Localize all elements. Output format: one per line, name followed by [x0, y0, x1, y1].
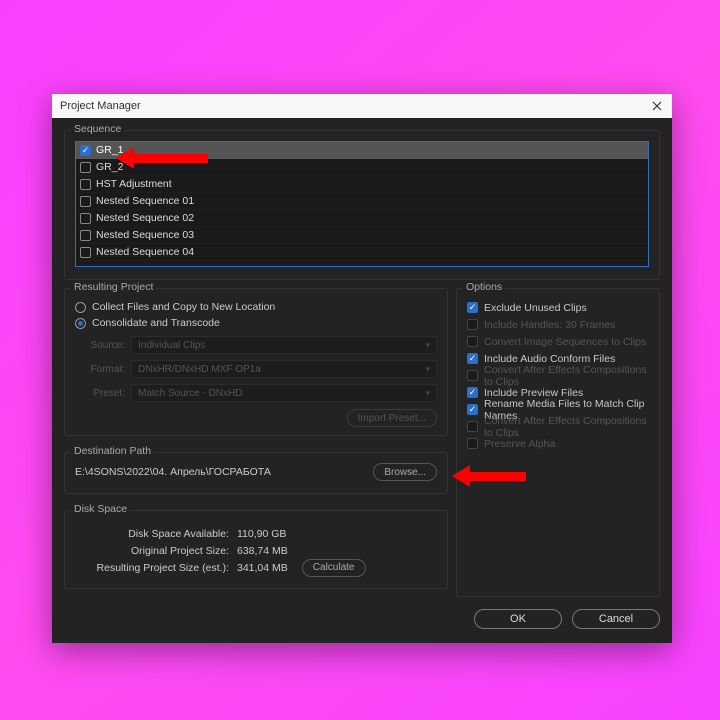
sequence-row[interactable]: ✓ GR_1 — [76, 142, 648, 159]
option-label: Include Handles: 30 Frames — [484, 319, 615, 331]
radio-icon — [75, 302, 86, 313]
browse-button[interactable]: Browse... — [373, 463, 437, 481]
disk-label: Original Project Size: — [75, 545, 229, 557]
radio-collect-label: Collect Files and Copy to New Location — [92, 301, 275, 313]
checkbox-icon[interactable] — [80, 230, 91, 241]
close-icon[interactable] — [650, 99, 664, 113]
format-value: DNxHR/DNxHD MXF OP1a — [138, 364, 261, 375]
window-title: Project Manager — [60, 100, 141, 112]
chevron-down-icon: ▾ — [425, 340, 430, 351]
preset-row: Preset: Match Source - DNxHD ▾ — [75, 383, 437, 403]
sequence-row[interactable]: Nested Sequence 04 — [76, 244, 648, 261]
preset-dropdown[interactable]: Match Source - DNxHD ▾ — [131, 384, 437, 402]
options-label: Options — [463, 281, 505, 293]
disk-space-group: Disk Space Disk Space Available:110,90 G… — [64, 510, 448, 589]
option-label: Convert After Effects Compositions to Cl… — [484, 415, 649, 439]
sequence-name: Nested Sequence 01 — [96, 195, 194, 207]
destination-path-text: E:\4SONS\2022\04. Апрель\ГОСРАБОТА — [75, 464, 365, 480]
option-row[interactable]: ✓ Exclude Unused Clips — [467, 299, 649, 316]
checkbox-icon[interactable] — [80, 247, 91, 258]
sequence-name: Nested Sequence 04 — [96, 246, 194, 258]
resulting-project-group: Resulting Project Collect Files and Copy… — [64, 288, 448, 436]
option-row: Include Handles: 30 Frames — [467, 316, 649, 333]
checkbox-icon[interactable] — [80, 179, 91, 190]
sequence-list[interactable]: ✓ GR_1 GR_2 HST Adjustment Nested Sequence 0… — [75, 141, 649, 267]
disk-label: Resulting Project Size (est.): — [75, 562, 229, 574]
checkbox-icon — [467, 319, 478, 330]
sequence-group: Sequence ✓GR_1GR_2HST AdjustmentNested S… — [64, 130, 660, 280]
source-value: Individual Clips — [138, 340, 205, 351]
disk-value: 341,04 MB — [237, 562, 288, 574]
checkbox-icon — [467, 421, 478, 432]
destination-path-group: Destination Path E:\4SONS\2022\04. Апрел… — [64, 452, 448, 494]
checkbox-icon — [467, 336, 478, 347]
resulting-project-label: Resulting Project — [71, 281, 156, 293]
preset-label: Preset: — [75, 388, 125, 399]
disk-label: Disk Space Available: — [75, 528, 229, 540]
checkbox-icon — [467, 438, 478, 449]
radio-icon — [75, 318, 86, 329]
sequence-name: GR_2 — [96, 161, 123, 173]
source-label: Source: — [75, 340, 125, 351]
sequence-name: Nested Sequence 03 — [96, 229, 194, 241]
disk-row: Original Project Size: 638,74 MB — [75, 542, 437, 559]
checkbox-icon[interactable] — [80, 162, 91, 173]
chevron-down-icon: ▾ — [425, 364, 430, 375]
format-row: Format: DNxHR/DNxHD MXF OP1a ▾ — [75, 359, 437, 379]
destination-path-label: Destination Path — [71, 445, 154, 457]
sequence-name: GR_1 — [96, 144, 123, 156]
checkbox-icon — [467, 370, 478, 381]
disk-value: 638,74 MB — [237, 545, 288, 557]
sequence-row[interactable]: GR_2 — [76, 159, 648, 176]
option-label: Preserve Alpha — [484, 438, 555, 450]
option-row: Convert After Effects Compositions to Cl… — [467, 367, 649, 384]
option-label: Convert Image Sequences to Clips — [484, 336, 646, 348]
disk-value: 110,90 GB — [237, 528, 286, 540]
option-label: Exclude Unused Clips — [484, 302, 587, 314]
option-label: Convert After Effects Compositions to Cl… — [484, 364, 649, 388]
project-manager-dialog: Project Manager Sequence ✓ GR_1 GR_2 HST Ad… — [52, 94, 672, 643]
chevron-down-icon: ▾ — [425, 388, 430, 399]
checkbox-icon[interactable]: ✓ — [467, 404, 478, 415]
titlebar: Project Manager — [52, 94, 672, 118]
radio-consolidate-transcode[interactable]: Consolidate and Transcode — [75, 315, 437, 331]
source-dropdown[interactable]: Individual Clips ▾ — [131, 336, 437, 354]
option-row: Convert After Effects Compositions to Cl… — [467, 418, 649, 435]
options-group: Options ✓Exclude Unused ClipsInclude Han… — [456, 288, 660, 597]
disk-row: Disk Space Available: 110,90 GB — [75, 525, 437, 542]
option-row: Convert Image Sequences to Clips — [467, 333, 649, 350]
radio-collect-files[interactable]: Collect Files and Copy to New Location — [75, 299, 437, 315]
checkbox-icon[interactable]: ✓ — [80, 145, 91, 156]
sequence-name: Nested Sequence 02 — [96, 212, 194, 224]
preset-value: Match Source - DNxHD — [138, 388, 242, 399]
format-label: Format: — [75, 364, 125, 375]
sequence-row[interactable]: Nested Sequence 03 — [76, 227, 648, 244]
checkbox-icon[interactable]: ✓ — [467, 387, 478, 398]
sequence-row[interactable]: HST Adjustment — [76, 176, 648, 193]
checkbox-icon[interactable] — [80, 213, 91, 224]
sequence-row[interactable]: Nested Sequence 02 — [76, 210, 648, 227]
sequence-name: HST Adjustment — [96, 178, 172, 190]
disk-space-label: Disk Space — [71, 503, 130, 515]
checkbox-icon[interactable]: ✓ — [467, 302, 478, 313]
checkbox-icon[interactable] — [80, 196, 91, 207]
checkbox-icon[interactable]: ✓ — [467, 353, 478, 364]
sequence-label: Sequence — [71, 123, 124, 135]
format-dropdown[interactable]: DNxHR/DNxHD MXF OP1a ▾ — [131, 360, 437, 378]
cancel-button[interactable]: Cancel — [572, 609, 660, 629]
sequence-row[interactable]: Nested Sequence 01 — [76, 193, 648, 210]
radio-transcode-label: Consolidate and Transcode — [92, 317, 220, 329]
calculate-button[interactable]: Calculate — [302, 559, 366, 577]
source-row: Source: Individual Clips ▾ — [75, 335, 437, 355]
ok-button[interactable]: OK — [474, 609, 562, 629]
dialog-footer: OK Cancel — [52, 603, 672, 643]
disk-row: Resulting Project Size (est.): 341,04 MB C… — [75, 559, 437, 576]
import-preset-button[interactable]: Import Preset... — [347, 409, 437, 427]
